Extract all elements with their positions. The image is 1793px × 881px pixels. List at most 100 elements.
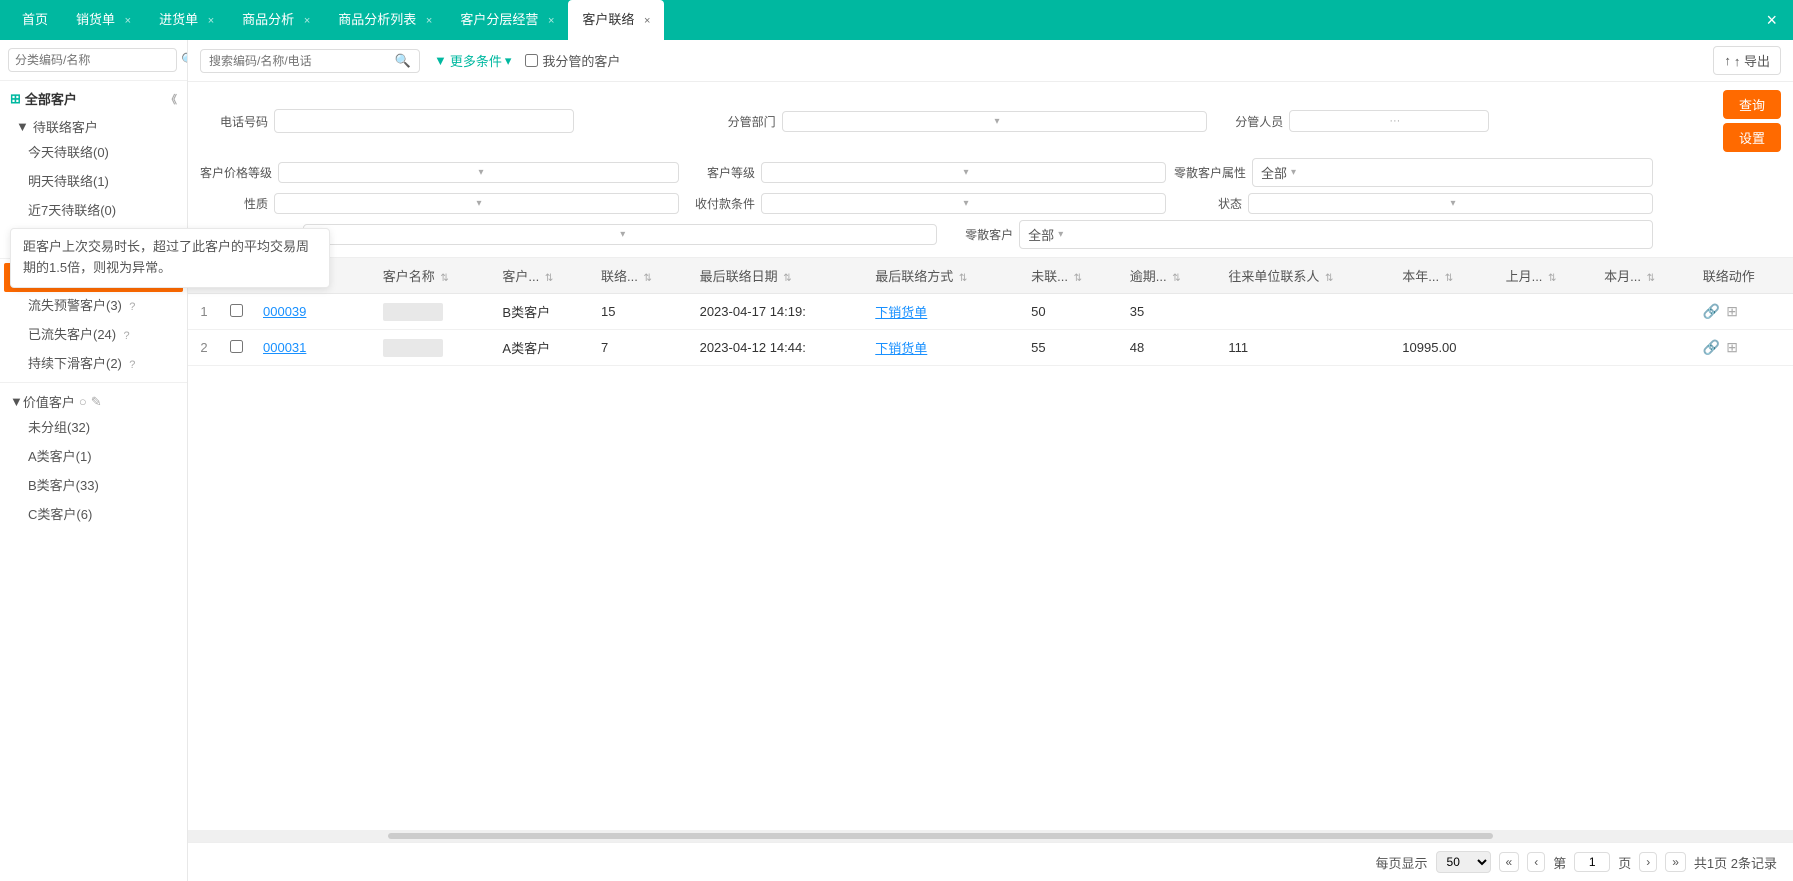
nav-customer-mgmt[interactable]: 客户分层经营 ×	[446, 0, 568, 40]
nav-home[interactable]: 首页	[8, 0, 62, 40]
row2-select[interactable]	[230, 340, 243, 353]
year-sort-icon[interactable]: ⇅	[1445, 273, 1453, 284]
sidebar-search-icon[interactable]: 🔍	[181, 52, 188, 68]
last-page-btn[interactable]: »	[1665, 852, 1686, 872]
customer-type-select[interactable]: ▾	[303, 224, 937, 245]
price-level-filter: 客户价格等级 ▾	[200, 162, 679, 183]
last-month-sort-icon[interactable]: ⇅	[1548, 273, 1556, 284]
phone-input[interactable]	[274, 109, 574, 133]
unit-sort-icon[interactable]: ⇅	[1325, 273, 1333, 284]
nav-sales-close[interactable]: ×	[125, 15, 131, 27]
not-contacted-sort-icon[interactable]: ⇅	[1074, 273, 1082, 284]
row1-grid-icon[interactable]: ⊞	[1726, 303, 1738, 320]
retail-attr-select[interactable]: 全部 ▾	[1252, 158, 1653, 187]
customer-level-select[interactable]: ▾	[761, 162, 1166, 183]
gender-select[interactable]: ▾	[274, 193, 679, 214]
retail-select[interactable]: 全部 ▾	[1019, 220, 1653, 249]
sidebar-item-class-c[interactable]: C类客户(6)	[0, 501, 187, 530]
person-select[interactable]: ···	[1289, 110, 1489, 132]
nav-purchase[interactable]: 进货单 ×	[145, 0, 228, 40]
this-month-sort-icon[interactable]: ⇅	[1647, 273, 1655, 284]
price-level-select[interactable]: ▾	[278, 162, 679, 183]
value-group-circle-icon[interactable]: ○	[79, 394, 87, 409]
sidebar-item-7days[interactable]: 近7天待联络(0)	[0, 197, 187, 226]
query-button[interactable]: 查询	[1723, 90, 1781, 119]
row2-grid-icon[interactable]: ⊞	[1726, 339, 1738, 356]
nav-product-list-close[interactable]: ×	[426, 15, 432, 27]
row2-link-icon[interactable]: 🔗	[1703, 339, 1720, 356]
method-sort-icon[interactable]: ⇅	[959, 273, 967, 284]
already-lost-help-icon[interactable]: ?	[123, 330, 129, 342]
row1-select[interactable]	[230, 304, 243, 317]
overdue-sort-icon[interactable]: ⇅	[1172, 273, 1180, 284]
person-filter: 分管人员 ···	[1215, 110, 1715, 132]
status-label: 状态	[1174, 195, 1242, 212]
sidebar-value-group-header[interactable]: ▼ 价值客户 ○ ✎	[0, 387, 187, 414]
first-page-btn[interactable]: «	[1499, 852, 1520, 872]
table-header-row: ⚙ 客户编码 ⇅ 客户名称 ⇅	[188, 258, 1793, 294]
sidebar-item-tomorrow[interactable]: 明天待联络(1)	[0, 168, 187, 197]
nav-product-list[interactable]: 商品分析列表 ×	[324, 0, 446, 40]
sidebar-pending-group[interactable]: ▼ 待联络客户	[0, 112, 187, 139]
status-filter: 状态 ▾	[1174, 193, 1653, 214]
next-page-btn[interactable]: ›	[1639, 852, 1657, 872]
horizontal-scrollbar[interactable]	[188, 830, 1793, 842]
sidebar-item-ungrouped[interactable]: 未分组(32)	[0, 414, 187, 443]
value-group-edit-icon[interactable]: ✎	[91, 394, 102, 410]
dept-label: 分管部门	[708, 113, 776, 130]
sidebar-all-customers-header[interactable]: ⊞ 全部客户 《	[0, 81, 187, 112]
nav-purchase-close[interactable]: ×	[208, 15, 214, 27]
settings-button[interactable]: 设置	[1723, 123, 1781, 152]
row1-action-icons: 🔗 ⊞	[1703, 303, 1783, 320]
payment-select[interactable]: ▾	[761, 193, 1166, 214]
sidebar-item-lost-warning[interactable]: 流失预警客户(3) ?	[0, 292, 187, 321]
row1-link-icon[interactable]: 🔗	[1703, 303, 1720, 320]
sidebar-collapse-icon[interactable]: 《	[166, 91, 177, 107]
advanced-filters: 电话号码 分管部门 ▾ 分管人员 ···	[188, 82, 1793, 258]
row1-code[interactable]: 000039	[253, 294, 373, 330]
triangle-down-icon: ▼	[16, 119, 29, 134]
person-ellipsis-icon[interactable]: ···	[1389, 115, 1480, 127]
nav-product-analysis[interactable]: 商品分析 ×	[228, 0, 324, 40]
content-area: 🔍 ▼ 更多条件 ▾ 我分管的客户 ↑ ↑ 导出 电话号码	[188, 40, 1793, 881]
count-sort-icon[interactable]: ⇅	[643, 273, 651, 284]
retail-attr-chevron-icon: ▾	[1291, 167, 1296, 178]
sidebar-search-area: 🔍	[0, 40, 187, 81]
sidebar-item-class-b[interactable]: B类客户(33)	[0, 472, 187, 501]
declining-help-icon[interactable]: ?	[129, 359, 135, 371]
window-close-button[interactable]: ×	[1758, 10, 1785, 31]
more-conditions-btn[interactable]: ▼ 更多条件 ▾	[428, 47, 517, 74]
sidebar-item-declining[interactable]: 持续下滑客户(2) ?	[0, 350, 187, 379]
date-sort-icon[interactable]: ⇅	[783, 273, 791, 284]
nav-sales[interactable]: 销货单 ×	[62, 0, 145, 40]
nav-product-analysis-close[interactable]: ×	[304, 15, 310, 27]
row2-code[interactable]: 000031	[253, 330, 373, 366]
per-page-select[interactable]: 50 20 100	[1436, 851, 1491, 873]
name-sort-icon[interactable]: ⇅	[440, 273, 448, 284]
prev-page-btn[interactable]: ‹	[1527, 852, 1545, 872]
my-customers-checkbox-label[interactable]: 我分管的客户	[525, 51, 620, 70]
lost-help-icon[interactable]: ?	[129, 301, 135, 313]
scrollbar-thumb[interactable]	[388, 833, 1493, 839]
row2-overdue: 48	[1120, 330, 1219, 366]
sidebar-item-today[interactable]: 今天待联络(0)	[0, 139, 187, 168]
row1-last-contact-method[interactable]: 下销货单	[865, 294, 1021, 330]
row2-this-month	[1594, 330, 1693, 366]
status-select[interactable]: ▾	[1248, 193, 1653, 214]
sidebar-search-input[interactable]	[8, 48, 177, 72]
pagination-bar: 每页显示 50 20 100 « ‹ 第 页 › » 共1页 2条记录	[188, 842, 1793, 881]
dept-select[interactable]: ▾	[782, 111, 1208, 132]
type-sort-icon[interactable]: ⇅	[545, 273, 553, 284]
row1-checkbox	[220, 294, 253, 330]
nav-customer-contact[interactable]: 客户联络 ×	[568, 0, 664, 40]
my-customers-checkbox[interactable]	[525, 54, 538, 67]
nav-customer-contact-close[interactable]: ×	[644, 15, 650, 27]
export-button[interactable]: ↑ ↑ 导出	[1713, 46, 1781, 75]
sidebar-item-class-a[interactable]: A类客户(1)	[0, 443, 187, 472]
page-number-input[interactable]	[1574, 852, 1610, 872]
sidebar-item-already-lost[interactable]: 已流失客户(24) ?	[0, 321, 187, 350]
main-search-icon[interactable]: 🔍	[395, 53, 411, 69]
row2-last-contact-method[interactable]: 下销货单	[865, 330, 1021, 366]
nav-customer-mgmt-close[interactable]: ×	[548, 15, 554, 27]
main-search-input[interactable]	[209, 54, 395, 68]
